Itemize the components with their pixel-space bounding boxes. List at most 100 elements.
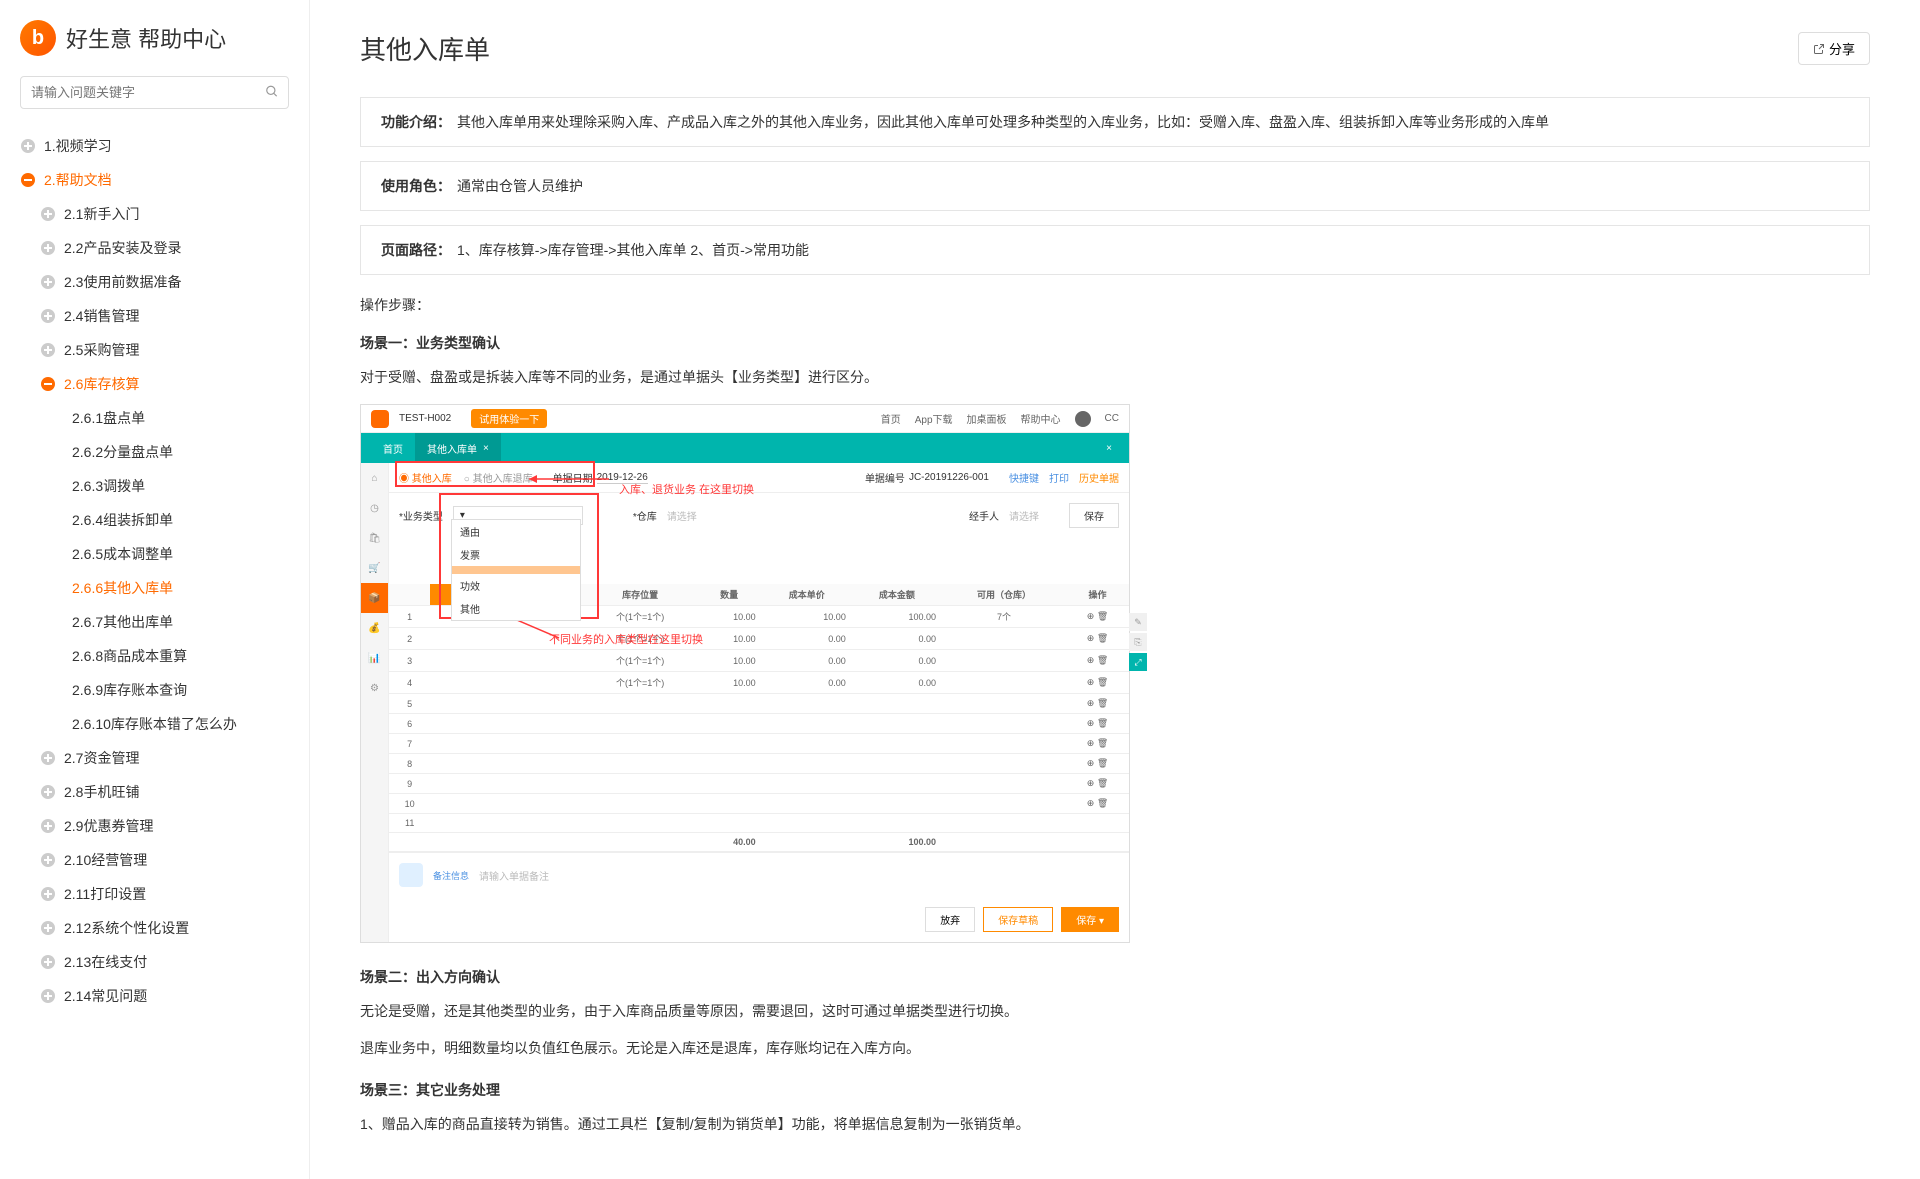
path-box: 页面路径：1、库存核算->库存管理->其他入库单 2、首页->常用功能: [360, 225, 1870, 275]
ss-body: ◉ 其他入库 ○ 其他入库退库 单据日期 2019-12-26 单据编号 JC-…: [389, 463, 1129, 942]
ss-doc-value: JC-20191226-001: [909, 472, 989, 483]
logo-row: b 好生意 帮助中心: [20, 20, 289, 56]
page-title: 其他入库单: [360, 30, 490, 67]
ss-dropdown-list: 通由 发票 功效 其他: [451, 519, 581, 621]
nav-list: 1.视频学习 2.帮助文档 2.1新手入门 2.2产品安装及登录 2.3使用前数…: [20, 129, 289, 1013]
scene2-text1: 无论是受赠，还是其他类型的业务，由于入库商品质量等原因，需要退回，这时可通过单据…: [360, 999, 1870, 1024]
steps-label: 操作步骤：: [360, 295, 1870, 315]
ss-save-button: 保存 ▾: [1061, 907, 1119, 932]
ss-doc-label: 单据编号: [865, 470, 905, 485]
ss-dd-opt: 通由: [452, 520, 580, 543]
ss-side-icon: ⎘: [1129, 633, 1147, 651]
nav-item-2-13[interactable]: 2.13在线支付: [20, 945, 289, 979]
plus-icon: [40, 206, 56, 222]
nav-item-2-6-1[interactable]: 2.6.1盘点单: [20, 401, 289, 435]
ss-handler-ph: 请选择: [1009, 508, 1039, 523]
ss-link-app: App下载: [915, 411, 953, 426]
plus-icon: [40, 308, 56, 324]
ss-trial-button: 试用体验一下: [471, 409, 547, 428]
app-title: 好生意 帮助中心: [66, 22, 226, 54]
ss-account: TEST-H002: [399, 413, 451, 424]
scene1-text: 对于受赠、盘盈或是拆装入库等不同的业务，是通过单据头【业务类型】进行区分。: [360, 365, 1870, 390]
ss-remark-icon: [399, 863, 423, 887]
nav-item-2-6-7[interactable]: 2.6.7其他出库单: [20, 605, 289, 639]
ss-nav-icon: 📊: [361, 643, 388, 673]
plus-icon: [40, 988, 56, 1004]
nav-item-help-docs[interactable]: 2.帮助文档: [20, 163, 289, 197]
ss-annotation2: 不同业务的入库类型在这里切换: [549, 631, 703, 647]
ss-annotation-box1: [395, 461, 595, 487]
ss-dd-opt: 发票: [452, 543, 580, 566]
ss-side-icon: ⤢: [1129, 653, 1147, 671]
nav-item-2-6-10[interactable]: 2.6.10库存账本错了怎么办: [20, 707, 289, 741]
plus-icon: [20, 138, 36, 154]
plus-icon: [40, 342, 56, 358]
ss-remark: 备注信息 请输入单据备注: [389, 852, 1129, 897]
search-input[interactable]: [20, 76, 289, 109]
ss-user: CC: [1105, 413, 1119, 424]
minus-icon: [40, 376, 56, 392]
nav-item-2-7[interactable]: 2.7资金管理: [20, 741, 289, 775]
path-text: 1、库存核算->库存管理->其他入库单 2、首页->常用功能: [457, 242, 809, 258]
plus-icon: [40, 784, 56, 800]
ss-footer: 放弃 保存草稿 保存 ▾: [389, 897, 1129, 942]
nav-item-video[interactable]: 1.视频学习: [20, 129, 289, 163]
nav-item-2-6[interactable]: 2.6库存核算: [20, 367, 289, 401]
role-text: 通常由仓管人员维护: [457, 178, 583, 194]
nav-item-2-3[interactable]: 2.3使用前数据准备: [20, 265, 289, 299]
ss-leftnav: ⌂ ◷ 🛍 🛒 📦 💰 📊 ⚙: [361, 463, 389, 942]
plus-icon: [40, 240, 56, 256]
ss-handler-label: 经手人: [969, 508, 999, 523]
ss-tab-close-icon: ×: [1099, 443, 1119, 454]
ss-history: 历史单据: [1079, 470, 1119, 485]
nav-item-2-5[interactable]: 2.5采购管理: [20, 333, 289, 367]
ss-tabs: 首页 其他入库单× ×: [361, 433, 1129, 463]
plus-icon: [40, 274, 56, 290]
ss-cancel-button: 放弃: [925, 907, 975, 932]
plus-icon: [40, 750, 56, 766]
plus-icon: [40, 818, 56, 834]
scene2-title: 场景二：出入方向确认: [360, 967, 1870, 987]
nav-item-2-12[interactable]: 2.12系统个性化设置: [20, 911, 289, 945]
share-button[interactable]: 分享: [1798, 32, 1870, 65]
nav-item-2-11[interactable]: 2.11打印设置: [20, 877, 289, 911]
ss-nav-icon: ⚙: [361, 673, 388, 703]
nav-item-2-14[interactable]: 2.14常见问题: [20, 979, 289, 1013]
ss-nav-icon-active: 📦: [361, 583, 388, 613]
search-icon[interactable]: [265, 84, 279, 101]
nav-item-2-10[interactable]: 2.10经营管理: [20, 843, 289, 877]
nav-item-2-4[interactable]: 2.4销售管理: [20, 299, 289, 333]
minus-icon: [20, 172, 36, 188]
ss-side-icon: ✎: [1129, 613, 1147, 631]
nav-item-2-6-2[interactable]: 2.6.2分量盘点单: [20, 435, 289, 469]
ss-nav-icon: ◷: [361, 493, 388, 523]
ss-table: *商品 规格型号 库存位置 数量 成本单价 成本金额 可用（仓库） 操作 1个(…: [389, 584, 1129, 852]
ss-dd-opt: [452, 566, 580, 574]
scene2-text2: 退库业务中，明细数量均以负值红色展示。无论是入库还是退库，库存账均记在入库方向。: [360, 1036, 1870, 1061]
ss-side-icons: ✎ ⎘ ⤢: [1129, 613, 1147, 673]
ss-link-fav: 加桌面板: [967, 411, 1007, 426]
ss-print: 打印: [1049, 470, 1069, 485]
share-icon: [1813, 43, 1825, 55]
ss-nav-icon: 💰: [361, 613, 388, 643]
nav-item-2-8[interactable]: 2.8手机旺铺: [20, 775, 289, 809]
nav-item-2-9[interactable]: 2.9优惠券管理: [20, 809, 289, 843]
nav-item-2-6-5[interactable]: 2.6.5成本调整单: [20, 537, 289, 571]
plus-icon: [40, 852, 56, 868]
ss-dd-opt: 其他: [452, 597, 580, 620]
ss-draft-button: 保存草稿: [983, 907, 1053, 932]
ss-remark-placeholder: 请输入单据备注: [479, 868, 549, 883]
plus-icon: [40, 920, 56, 936]
ss-dd-opt: 功效: [452, 574, 580, 597]
nav-item-2-6-3[interactable]: 2.6.3调拨单: [20, 469, 289, 503]
ss-avatar-icon: [1075, 411, 1091, 427]
ss-nav-icon: ⌂: [361, 463, 388, 493]
nav-item-2-2[interactable]: 2.2产品安装及登录: [20, 231, 289, 265]
nav-item-2-6-8[interactable]: 2.6.8商品成本重算: [20, 639, 289, 673]
scene3-title: 场景三：其它业务处理: [360, 1080, 1870, 1100]
nav-item-2-6-6[interactable]: 2.6.6其他入库单: [20, 571, 289, 605]
nav-item-2-6-4[interactable]: 2.6.4组装拆卸单: [20, 503, 289, 537]
nav-item-2-1[interactable]: 2.1新手入门: [20, 197, 289, 231]
ss-nav-icon: 🛒: [361, 553, 388, 583]
nav-item-2-6-9[interactable]: 2.6.9库存账本查询: [20, 673, 289, 707]
